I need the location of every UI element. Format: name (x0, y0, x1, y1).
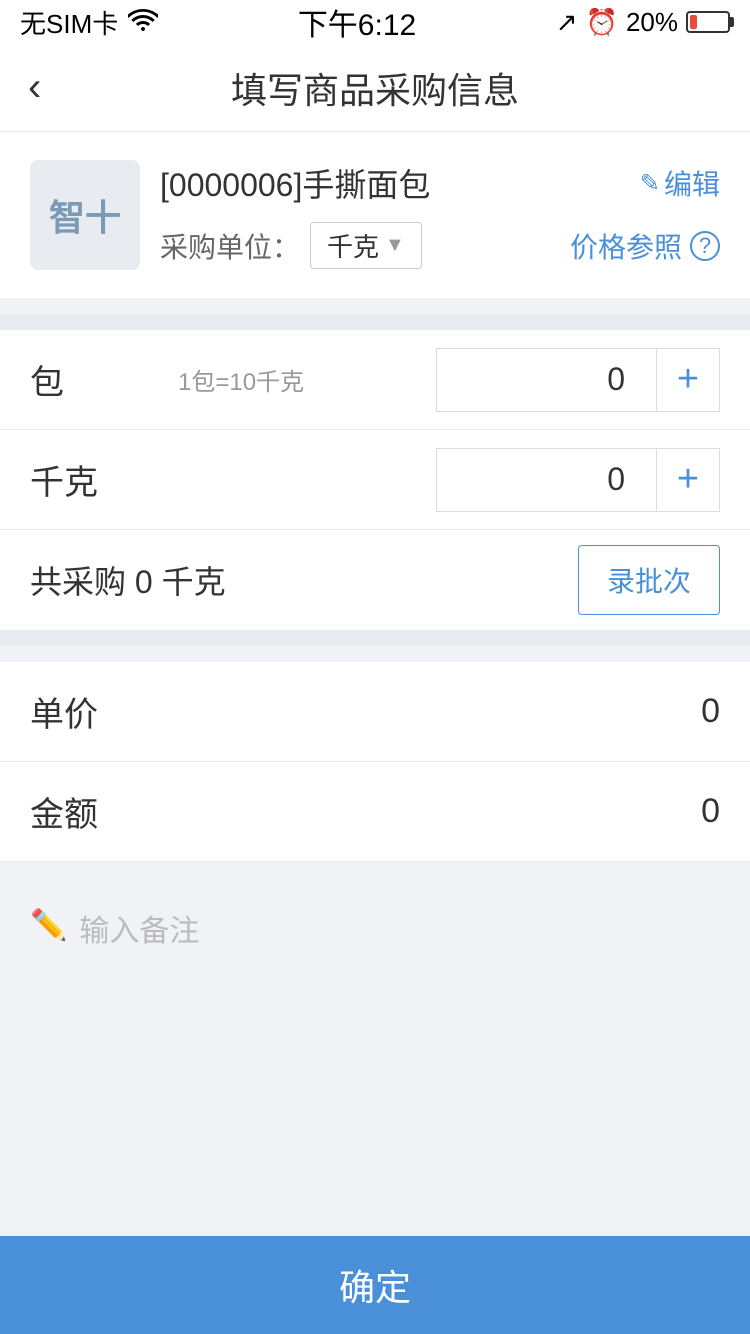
unit-label-text: 采购单位： (160, 226, 300, 266)
status-right: ↗ ⏰ 20% (556, 7, 730, 38)
unit-value: 千克 (327, 227, 379, 264)
fields-section: 单价 0 金额 0 (0, 662, 750, 862)
edit-label: 编辑 (664, 163, 720, 203)
chevron-down-icon: ▼ (385, 234, 405, 257)
battery-percentage: 20% (626, 7, 678, 38)
kg-quantity-input[interactable] (436, 448, 656, 512)
pack-plus-button[interactable]: + (656, 348, 720, 412)
kg-label: 千克 (30, 455, 170, 504)
product-name-row: [0000006]手撕面包 ✎ 编辑 (160, 160, 720, 206)
bottom-space (0, 978, 750, 1178)
pack-quantity-input[interactable] (436, 348, 656, 412)
status-left: 无SIM卡 (20, 4, 158, 41)
back-button[interactable]: ‹ (28, 65, 41, 110)
price-reference-button[interactable]: 价格参照 ? (570, 226, 720, 266)
pack-input-row: 包 1包=10千克 + (0, 330, 750, 430)
pack-sublabel: 1包=10千克 (178, 362, 304, 397)
edit-button[interactable]: ✎ 编辑 (640, 163, 720, 203)
product-name: [0000006]手撕面包 (160, 160, 430, 206)
section-divider (0, 314, 750, 330)
product-info: [0000006]手撕面包 ✎ 编辑 采购单位： 千克 ▼ 价格参照 ? (160, 160, 720, 269)
notes-section[interactable]: ✏️ 输入备注 (0, 878, 750, 978)
product-image: 智十 (30, 160, 140, 270)
product-logo: 智十 (49, 189, 121, 241)
unit-price-label: 单价 (30, 687, 701, 736)
product-card: 智十 [0000006]手撕面包 ✎ 编辑 采购单位： 千克 ▼ 价格参照 ? (0, 132, 750, 298)
status-time: 下午6:12 (298, 0, 416, 44)
kg-input-row: 千克 + (0, 430, 750, 530)
pack-label: 包 (30, 355, 170, 404)
batch-record-button[interactable]: 录批次 (578, 545, 720, 615)
unit-select[interactable]: 千克 ▼ (310, 222, 422, 269)
price-ref-label: 价格参照 (570, 226, 682, 266)
edit-icon: ✎ (640, 169, 660, 198)
alarm-icon: ⏰ (586, 7, 618, 38)
input-section: 包 1包=10千克 + 千克 + (0, 330, 750, 530)
nav-bar: ‹ 填写商品采购信息 (0, 44, 750, 132)
summary-text: 共采购 0 千克 (30, 557, 226, 603)
unit-label: 采购单位： 千克 ▼ (160, 222, 422, 269)
battery-icon (686, 11, 730, 33)
amount-label: 金额 (30, 787, 701, 836)
kg-plus-button[interactable]: + (656, 448, 720, 512)
status-bar: 无SIM卡 下午6:12 ↗ ⏰ 20% (0, 0, 750, 44)
product-unit-row: 采购单位： 千克 ▼ 价格参照 ? (160, 222, 720, 269)
notes-placeholder: 输入备注 (79, 906, 199, 950)
location-icon: ↗ (556, 7, 578, 38)
summary-row: 共采购 0 千克 录批次 (0, 530, 750, 630)
section-divider-2 (0, 630, 750, 646)
confirm-button[interactable]: 确定 (0, 1236, 750, 1334)
unit-price-value: 0 (701, 692, 720, 731)
amount-value: 0 (701, 792, 720, 831)
wifi-icon (128, 7, 158, 38)
pencil-icon: ✏️ (30, 908, 67, 943)
page-title: 填写商品采购信息 (231, 62, 519, 114)
unit-price-row: 单价 0 (0, 662, 750, 762)
help-icon: ? (690, 231, 720, 261)
carrier-label: 无SIM卡 (20, 4, 118, 41)
amount-row: 金额 0 (0, 762, 750, 862)
